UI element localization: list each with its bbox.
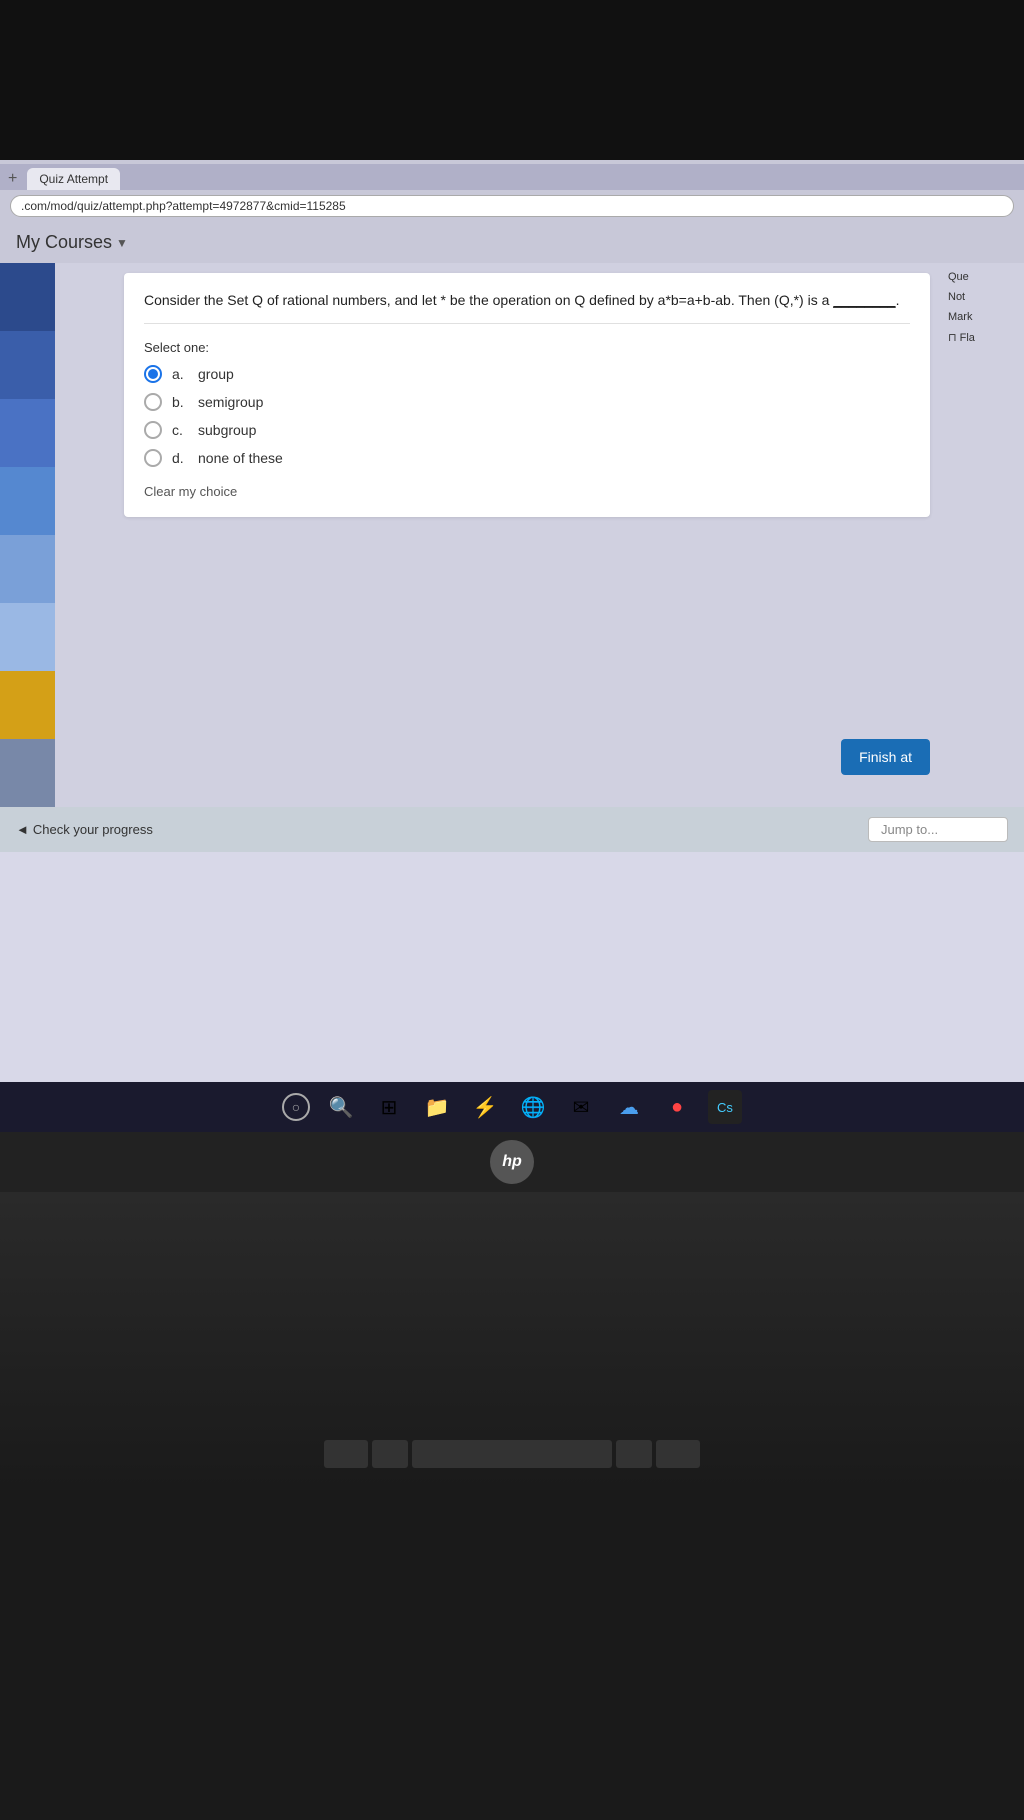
address-bar[interactable]: .com/mod/quiz/attempt.php?attempt=497287… bbox=[10, 195, 1014, 217]
taskbar-icon-explorer[interactable]: 📁 bbox=[420, 1090, 454, 1124]
tab-bar: + Quiz Attempt bbox=[0, 164, 1024, 190]
right-panel: Que Not Mark ⊓ Fla bbox=[944, 263, 1024, 807]
jump-to-dropdown[interactable]: Jump to... bbox=[868, 817, 1008, 842]
sidebar-block-6 bbox=[0, 603, 55, 671]
sidebar-block-3 bbox=[0, 399, 55, 467]
taskbar-icon-search[interactable]: 🔍 bbox=[324, 1090, 358, 1124]
question-body: Consider the Set Q of rational numbers, … bbox=[144, 292, 899, 308]
keyboard-area bbox=[0, 1192, 1024, 1492]
browser-tab[interactable]: Quiz Attempt bbox=[27, 168, 120, 190]
main-layout: Consider the Set Q of rational numbers, … bbox=[0, 263, 1024, 807]
option-d-letter: d. bbox=[172, 450, 188, 466]
option-c-text: subgroup bbox=[198, 422, 256, 438]
clear-choice-link[interactable]: Clear my choice bbox=[144, 484, 237, 499]
radio-a-inner bbox=[148, 369, 158, 379]
new-tab-button[interactable]: + bbox=[8, 170, 17, 188]
option-b-text: semigroup bbox=[198, 394, 263, 410]
taskbar: ○ 🔍 ⊞ 📁 ⚡ 🌐 ✉ ☁ ● Cs bbox=[0, 1082, 1024, 1132]
windows-start-button[interactable]: ○ bbox=[282, 1093, 310, 1121]
options-list: a. group b. semigroup c. subgroup bbox=[144, 365, 910, 467]
radio-a[interactable] bbox=[144, 365, 162, 383]
blank-line: ________ bbox=[833, 292, 895, 308]
check-progress-arrow: ◄ bbox=[16, 822, 29, 837]
sidebar-block-2 bbox=[0, 331, 55, 399]
radio-b[interactable] bbox=[144, 393, 162, 411]
browser-chrome: + Quiz Attempt .com/mod/quiz/attempt.php… bbox=[0, 160, 1024, 222]
option-a-letter: a. bbox=[172, 366, 188, 382]
tab-label: Quiz Attempt bbox=[39, 172, 108, 186]
option-c-letter: c. bbox=[172, 422, 188, 438]
hp-logo-text: hp bbox=[502, 1153, 522, 1171]
key-alt[interactable] bbox=[616, 1440, 652, 1468]
taskbar-icon-cs[interactable]: Cs bbox=[708, 1090, 742, 1124]
sidebar-block-8 bbox=[0, 739, 55, 807]
hp-logo: hp bbox=[490, 1140, 534, 1184]
que-label: Que bbox=[948, 271, 1020, 283]
sidebar-block-5 bbox=[0, 535, 55, 603]
taskbar-icon-apps[interactable]: ⊞ bbox=[372, 1090, 406, 1124]
option-d-text: none of these bbox=[198, 450, 283, 466]
key-arrow[interactable] bbox=[656, 1440, 700, 1468]
option-b[interactable]: b. semigroup bbox=[144, 393, 910, 411]
sidebar-block-4 bbox=[0, 467, 55, 535]
taskbar-icon-cloud[interactable]: ☁ bbox=[612, 1090, 646, 1124]
top-bezel bbox=[0, 0, 1024, 160]
key-ctrl[interactable] bbox=[372, 1440, 408, 1468]
laptop-bottom bbox=[0, 1192, 1024, 1492]
option-b-letter: b. bbox=[172, 394, 188, 410]
key-space[interactable] bbox=[412, 1440, 612, 1468]
question-card: Consider the Set Q of rational numbers, … bbox=[124, 273, 930, 517]
finish-button-container: Finish at bbox=[124, 729, 930, 785]
question-text: Consider the Set Q of rational numbers, … bbox=[144, 289, 910, 324]
check-progress-label: Check your progress bbox=[33, 822, 153, 837]
taskbar-icon-browser[interactable]: 🌐 bbox=[516, 1090, 550, 1124]
dropdown-arrow-icon: ▼ bbox=[116, 236, 128, 250]
nav-bar: My Courses ▼ bbox=[0, 222, 1024, 263]
quiz-content: Consider the Set Q of rational numbers, … bbox=[110, 263, 944, 807]
sidebar-block-1 bbox=[0, 263, 55, 331]
radio-c[interactable] bbox=[144, 421, 162, 439]
flag-label[interactable]: ⊓ Fla bbox=[948, 331, 1020, 344]
my-courses-dropdown[interactable]: My Courses ▼ bbox=[16, 232, 128, 253]
option-a-text: group bbox=[198, 366, 234, 382]
check-progress-link[interactable]: ◄ Check your progress bbox=[16, 822, 153, 837]
windows-icon: ○ bbox=[292, 1099, 300, 1115]
option-c[interactable]: c. subgroup bbox=[144, 421, 910, 439]
keyboard-row-1 bbox=[324, 1440, 700, 1468]
not-label: Not bbox=[948, 291, 1020, 303]
finish-at-button[interactable]: Finish at bbox=[841, 739, 930, 775]
option-a[interactable]: a. group bbox=[144, 365, 910, 383]
taskbar-icon-opera[interactable]: ● bbox=[660, 1090, 694, 1124]
sidebar-block-7 bbox=[0, 671, 55, 739]
option-d[interactable]: d. none of these bbox=[144, 449, 910, 467]
taskbar-icon-quick[interactable]: ⚡ bbox=[468, 1090, 502, 1124]
hp-logo-area: hp bbox=[0, 1132, 1024, 1192]
select-one-label: Select one: bbox=[144, 340, 910, 355]
radio-d[interactable] bbox=[144, 449, 162, 467]
screen-content: My Courses ▼ Consider the Set Q of ratio… bbox=[0, 222, 1024, 1082]
content-spacer bbox=[124, 529, 930, 729]
mark-label: Mark bbox=[948, 311, 1020, 323]
my-courses-label: My Courses bbox=[16, 232, 112, 253]
address-bar-row: .com/mod/quiz/attempt.php?attempt=497287… bbox=[0, 190, 1024, 222]
key-fn[interactable] bbox=[324, 1440, 368, 1468]
jump-to-placeholder: Jump to... bbox=[881, 822, 938, 837]
bottom-bar: ◄ Check your progress Jump to... bbox=[0, 807, 1024, 852]
taskbar-icon-mail[interactable]: ✉ bbox=[564, 1090, 598, 1124]
left-sidebar bbox=[0, 263, 55, 807]
